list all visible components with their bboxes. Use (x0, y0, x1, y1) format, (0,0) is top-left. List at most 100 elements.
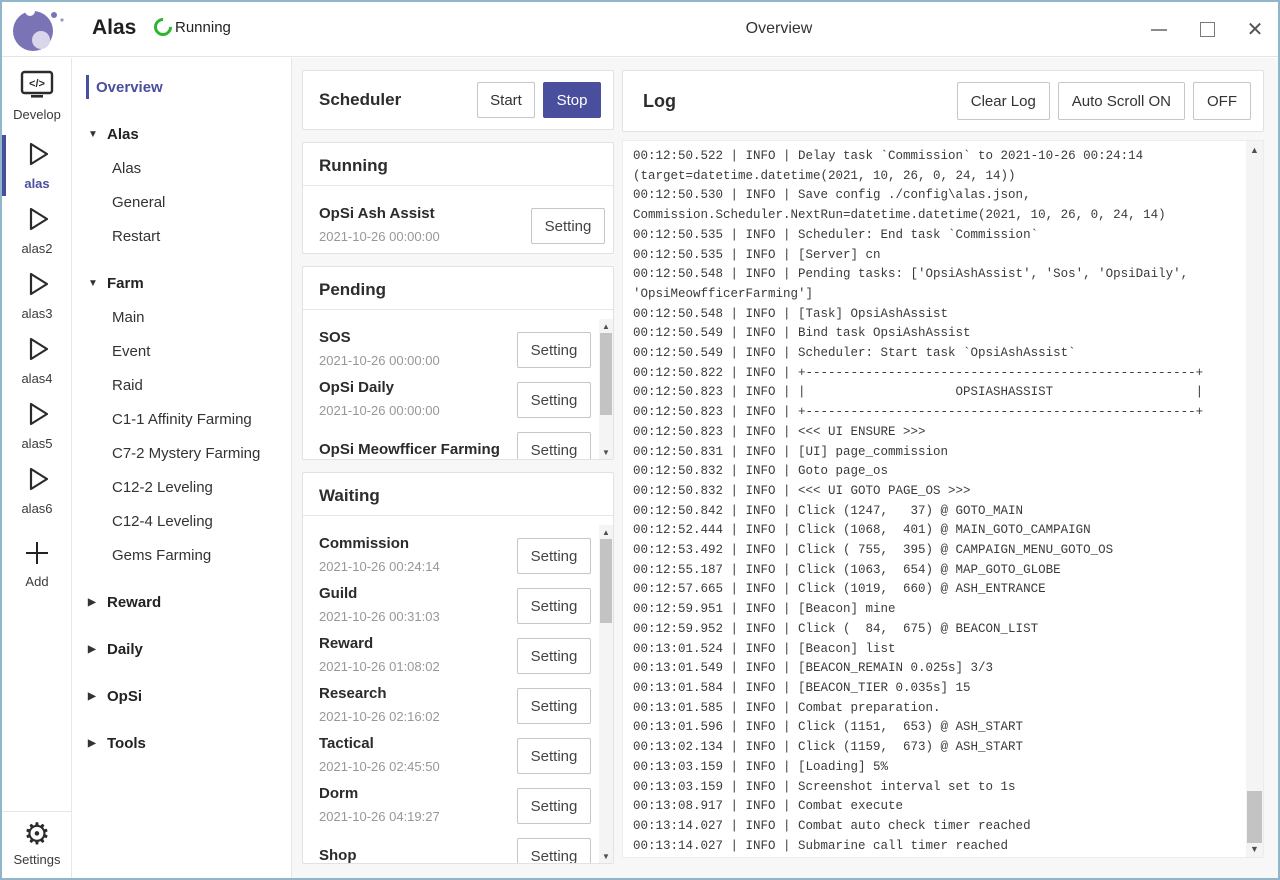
app-window: Alas Running Overview ✕ </> Develop alas… (0, 0, 1280, 880)
task-row: Commission2021-10-26 00:24:14Setting (319, 531, 599, 581)
play-icon (22, 204, 52, 239)
scrollbar-thumb[interactable] (1247, 791, 1262, 843)
rail-item-alas6[interactable]: alas6 (2, 458, 72, 523)
status-label: Running (175, 19, 231, 36)
develop-icon: </> (20, 70, 54, 105)
stop-button[interactable]: Stop (543, 82, 601, 118)
nav-item-alas[interactable]: Alas (72, 151, 291, 185)
nav-group-opsi[interactable]: ▶ OpSi (72, 679, 291, 713)
rail-item-label: Add (25, 574, 48, 589)
nav-item-overview[interactable]: Overview (72, 70, 291, 104)
rail-item-label: Develop (13, 107, 61, 122)
settings-button[interactable]: ⚙ Settings (2, 811, 72, 874)
pending-title: Pending (303, 267, 613, 310)
nav-group-tools[interactable]: ▶Tools (72, 726, 291, 760)
scheduler-title: Scheduler (319, 90, 477, 110)
log-scrollbar[interactable]: ▲ ▼ (1246, 141, 1263, 857)
nav-item-event[interactable]: Event (72, 334, 291, 368)
autoscroll-on-button[interactable]: Auto Scroll ON (1058, 82, 1185, 120)
task-next-run-time: 2021-10-26 00:31:03 (319, 605, 509, 629)
nav-group-label: Farm (107, 275, 144, 292)
task-next-run-time: 2021-10-26 00:24:14 (319, 555, 509, 579)
setting-button[interactable]: Setting (531, 208, 605, 244)
nav-group-reward[interactable]: ▶Reward (72, 585, 291, 619)
task-row: Dorm2021-10-26 04:19:27Setting (319, 781, 599, 831)
minimize-icon (1151, 29, 1167, 31)
rail-item-alas[interactable]: alas (2, 133, 72, 198)
task-row: Reward2021-10-26 01:08:02Setting (319, 631, 599, 681)
titlebar: Alas Running Overview ✕ (2, 2, 1278, 57)
rail-item-alas3[interactable]: alas3 (2, 263, 72, 328)
instance-list: alasalas2alas3 alas4 alas5alas6 (2, 133, 71, 523)
rail-item-label: Settings (14, 852, 61, 867)
task-info: Dorm2021-10-26 04:19:27 (319, 783, 517, 829)
setting-button[interactable]: Setting (517, 332, 591, 368)
task-row: Guild2021-10-26 00:31:03Setting (319, 581, 599, 631)
waiting-scrollbar[interactable]: ▲ ▼ (599, 525, 613, 863)
task-info: Reward2021-10-26 01:08:02 (319, 633, 517, 679)
scheduler-status: Running (154, 18, 231, 36)
rail-item-alas4[interactable]: alas4 (2, 328, 72, 393)
close-icon: ✕ (1247, 20, 1264, 40)
nav-item-main[interactable]: Main (72, 300, 291, 334)
setting-button[interactable]: Setting (517, 538, 591, 574)
setting-button[interactable]: Setting (517, 588, 591, 624)
log-text: 00:12:50.522 | INFO | Delay task `Commis… (633, 147, 1239, 853)
task-info: SOS2021-10-26 00:00:00 (319, 327, 517, 373)
scrollbar-thumb[interactable] (600, 539, 612, 623)
scroll-up-icon: ▲ (1246, 141, 1263, 158)
nav-item-restart[interactable]: Restart (72, 219, 291, 253)
autoscroll-off-button[interactable]: OFF (1193, 82, 1251, 120)
rail-item-develop[interactable]: </> Develop (2, 64, 72, 129)
nav-item-c12-4-leveling[interactable]: C12-4 Leveling (72, 504, 291, 538)
pending-scrollbar[interactable]: ▲ ▼ (599, 319, 613, 459)
nav-item-raid[interactable]: Raid (72, 368, 291, 402)
waiting-card: Waiting Commission2021-10-26 00:24:14Set… (302, 472, 614, 864)
setting-button[interactable]: Setting (517, 738, 591, 774)
page-title: Overview (292, 20, 1266, 38)
nav-group-farm[interactable]: ▼Farm (72, 266, 291, 300)
minimize-button[interactable] (1150, 21, 1168, 39)
log-title: Log (643, 91, 949, 112)
setting-button[interactable]: Setting (517, 788, 591, 824)
nav-item-c1-1-affinity-farming[interactable]: C1-1 Affinity Farming (72, 402, 291, 436)
nav-group-alas[interactable]: ▼Alas (72, 117, 291, 151)
task-name: Shop (319, 845, 509, 863)
nav-group-daily[interactable]: ▶Daily (72, 632, 291, 666)
rail-item-alas5[interactable]: alas5 (2, 393, 72, 458)
task-name: Dorm (319, 783, 509, 805)
task-name: Reward (319, 633, 509, 655)
nav-group-label: OpSi (107, 688, 142, 705)
maximize-button[interactable] (1198, 21, 1216, 39)
nav-item-c7-2-mystery-farming[interactable]: C7-2 Mystery Farming (72, 436, 291, 470)
nav-groups: ▼AlasAlasGeneralRestart ▼FarmMainEventRai… (72, 117, 291, 760)
setting-button[interactable]: Setting (517, 432, 591, 459)
close-button[interactable]: ✕ (1246, 21, 1264, 39)
setting-button[interactable]: Setting (517, 838, 591, 863)
app-logo-icon (10, 6, 68, 54)
pending-task-list: SOS2021-10-26 00:00:00SettingOpSi Daily2… (303, 319, 599, 459)
rail-item-label: alas4 (21, 371, 52, 386)
scheduler-column: Scheduler Start Stop Running OpSi Ash As… (302, 70, 614, 878)
setting-button[interactable]: Setting (517, 688, 591, 724)
nav-item-c12-2-leveling[interactable]: C12-2 Leveling (72, 470, 291, 504)
log-viewport[interactable]: 00:12:50.522 | INFO | Delay task `Commis… (622, 140, 1264, 858)
nav-item-gems-farming[interactable]: Gems Farming (72, 538, 291, 572)
rail-item-alas2[interactable]: alas2 (2, 198, 72, 263)
scrollbar-thumb[interactable] (600, 333, 612, 415)
setting-button[interactable]: Setting (517, 638, 591, 674)
task-row: Tactical2021-10-26 02:45:50Setting (319, 731, 599, 781)
clear-log-button[interactable]: Clear Log (957, 82, 1050, 120)
waiting-title: Waiting (303, 473, 613, 516)
start-button[interactable]: Start (477, 82, 535, 118)
nav-item-general[interactable]: General (72, 185, 291, 219)
play-icon (22, 139, 52, 174)
window-controls: ✕ (1150, 2, 1264, 57)
task-next-run-time: 2021-10-26 00:00:00 (319, 399, 509, 423)
play-icon (22, 464, 52, 499)
task-name: Tactical (319, 733, 509, 755)
add-instance-button[interactable]: Add (2, 533, 72, 596)
chevron-right-icon: ▶ (88, 691, 98, 702)
setting-button[interactable]: Setting (517, 382, 591, 418)
instance-rail: </> Develop alasalas2alas3 alas4 alas5alas… (2, 58, 72, 878)
